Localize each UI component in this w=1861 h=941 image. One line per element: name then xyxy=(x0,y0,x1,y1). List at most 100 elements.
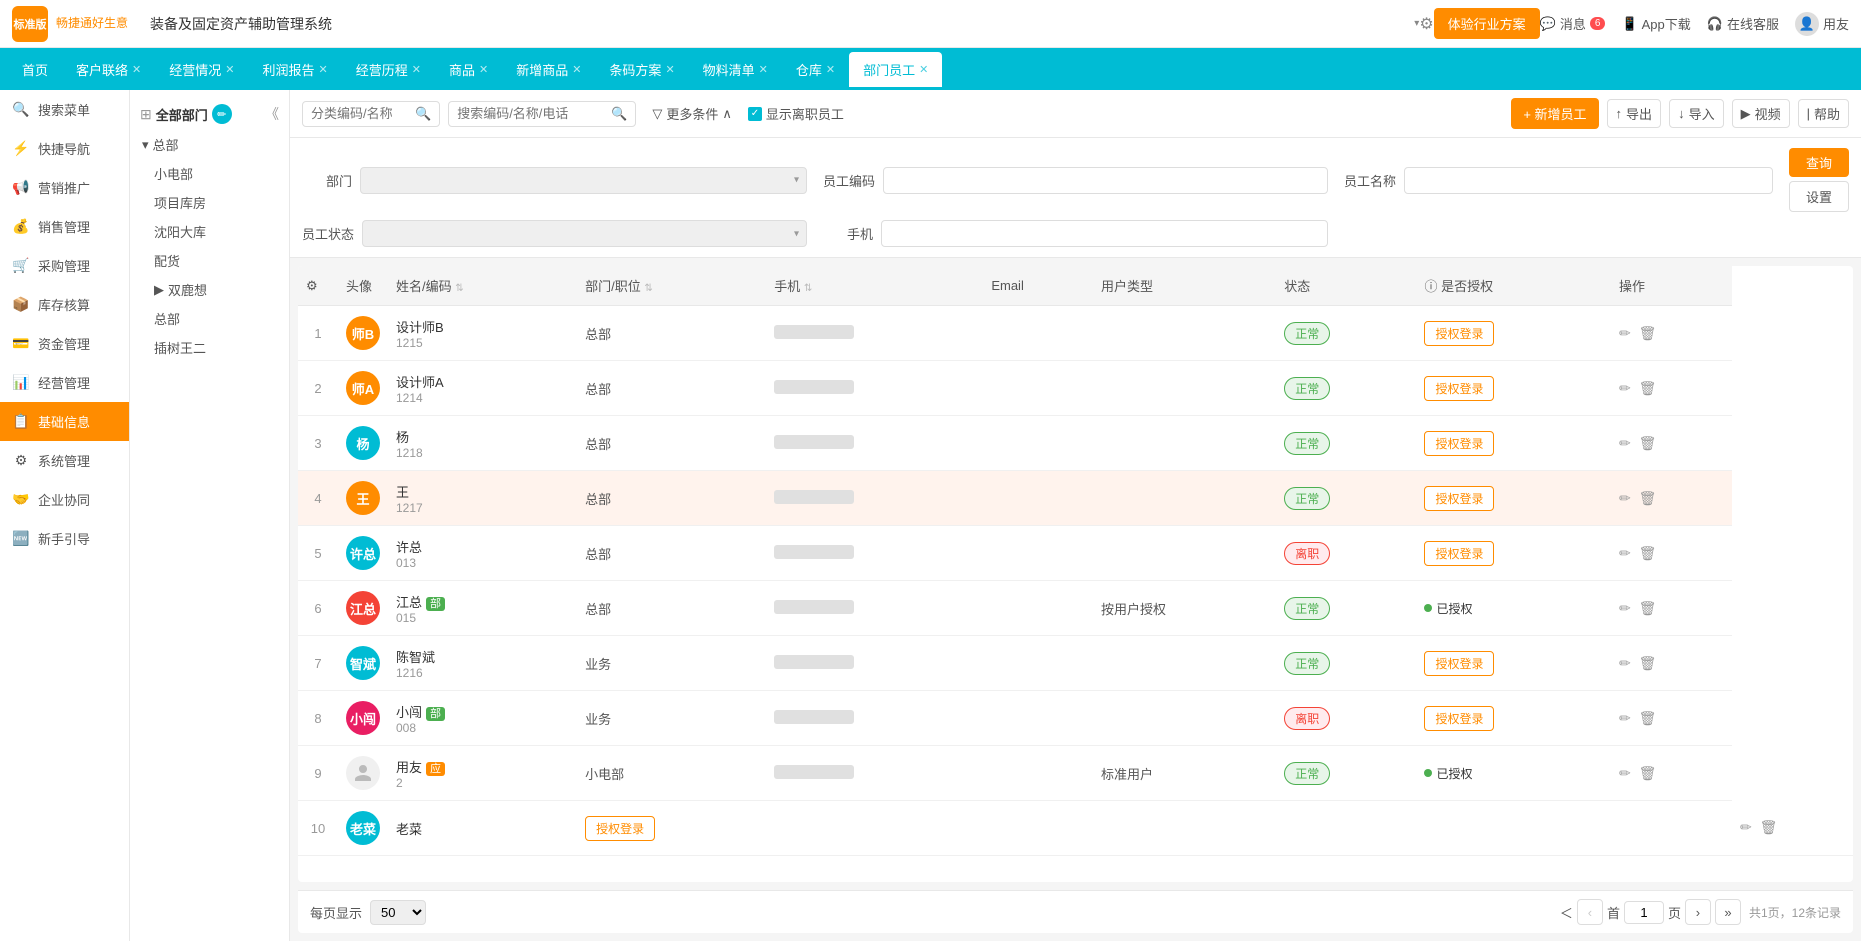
more-filter-btn[interactable]: ▽ 更多条件 ∧ xyxy=(644,100,740,127)
sidebar-item-sales[interactable]: 💰 销售管理 xyxy=(0,207,129,246)
close-icon[interactable]: ✕ xyxy=(826,63,835,76)
dept-node-shenyang[interactable]: 沈阳大库 xyxy=(134,217,285,246)
edit-icon[interactable]: ✏ xyxy=(1619,545,1631,562)
query-btn[interactable]: 查询 xyxy=(1789,148,1849,177)
auth-login-btn[interactable]: 授权登录 xyxy=(1424,651,1494,676)
sort-icon[interactable]: ⇅ xyxy=(455,283,463,294)
auth-login-btn[interactable]: 授权登录 xyxy=(585,816,655,841)
close-icon[interactable]: ✕ xyxy=(412,63,421,76)
close-icon[interactable]: ✕ xyxy=(759,63,768,76)
prev-page-btn[interactable]: ‹ xyxy=(1577,899,1603,925)
sidebar-item-coop[interactable]: 🤝 企业协同 xyxy=(0,480,129,519)
auth-login-btn[interactable]: 授权登录 xyxy=(1424,486,1494,511)
export-btn[interactable]: ↑ 导出 xyxy=(1607,99,1662,128)
phone-input[interactable] xyxy=(881,220,1328,247)
sidebar-item-search[interactable]: 🔍 搜索菜单 xyxy=(0,90,129,129)
dept-node-zongbu2[interactable]: 总部 xyxy=(134,304,285,333)
col-phone[interactable]: 手机 ⇅ xyxy=(766,266,983,306)
tab-home[interactable]: 首页 xyxy=(8,52,62,87)
tab-warehouse[interactable]: 仓库 ✕ xyxy=(782,52,849,87)
auth-login-btn[interactable]: 授权登录 xyxy=(1424,706,1494,731)
col-name-code[interactable]: 姓名/编码 ⇅ xyxy=(388,266,577,306)
sidebar-item-operation[interactable]: 📊 经营管理 xyxy=(0,363,129,402)
sort-icon[interactable]: ⇅ xyxy=(804,283,812,294)
delete-icon[interactable]: 🗑 xyxy=(1639,655,1657,672)
next-page-btn[interactable]: › xyxy=(1685,899,1711,925)
view-btn[interactable]: ▶ 视频 xyxy=(1732,99,1790,128)
edit-icon[interactable]: ✏ xyxy=(1740,819,1752,836)
dept-node-shuanglu[interactable]: ▶ 双鹿想 xyxy=(134,275,285,304)
edit-icon[interactable]: ✏ xyxy=(1619,710,1631,727)
sidebar-item-shortcut[interactable]: ⚡ 快捷导航 xyxy=(0,129,129,168)
edit-icon[interactable]: ✏ xyxy=(1619,490,1631,507)
delete-icon[interactable]: 🗑 xyxy=(1639,600,1657,617)
close-icon[interactable]: ✕ xyxy=(665,63,674,76)
sidebar-item-system[interactable]: ⚙ 系统管理 xyxy=(0,441,129,480)
close-icon[interactable]: ✕ xyxy=(319,63,328,76)
delete-icon[interactable]: 🗑 xyxy=(1639,380,1657,397)
emp-code-input[interactable] xyxy=(883,167,1328,194)
auth-login-btn[interactable]: 授权登录 xyxy=(1424,376,1494,401)
delete-icon[interactable]: 🗑 xyxy=(1639,490,1657,507)
page-input[interactable] xyxy=(1624,901,1664,924)
edit-icon[interactable]: ✏ xyxy=(1619,380,1631,397)
delete-icon[interactable]: 🗑 xyxy=(1639,765,1657,782)
dept-edit-btn[interactable]: ✏ xyxy=(212,104,232,124)
message-btn[interactable]: 💬 消息 6 xyxy=(1540,14,1606,33)
sidebar-item-capital[interactable]: 💳 资金管理 xyxy=(0,324,129,363)
import-btn[interactable]: ↓ 导入 xyxy=(1669,99,1724,128)
edit-icon[interactable]: ✏ xyxy=(1619,600,1631,617)
reset-btn[interactable]: 设置 xyxy=(1789,181,1849,212)
user-btn[interactable]: 👤 用友 xyxy=(1795,12,1849,36)
col-dept-pos[interactable]: 部门/职位 ⇅ xyxy=(577,266,766,306)
dept-collapse-btn[interactable]: 《 xyxy=(265,104,279,124)
delete-icon[interactable]: 🗑 xyxy=(1639,435,1657,452)
help-btn[interactable]: | 帮助 xyxy=(1798,99,1849,128)
dept-node-zongbu[interactable]: ▾ 总部 xyxy=(134,130,285,159)
delete-icon[interactable]: 🗑 xyxy=(1639,325,1657,342)
dept-select-wrapper[interactable]: ▾ xyxy=(360,167,807,194)
close-icon[interactable]: ✕ xyxy=(132,63,141,76)
phone-search-input[interactable] xyxy=(457,106,607,121)
auth-login-btn[interactable]: 授权登录 xyxy=(1424,541,1494,566)
dept-node-xiaodian[interactable]: 小电部 xyxy=(134,159,285,188)
tab-profit[interactable]: 利润报告 ✕ xyxy=(248,52,341,87)
col-settings[interactable]: ⚙ xyxy=(298,266,338,306)
show-resigned-toggle[interactable]: ✓ 显示离职员工 xyxy=(748,104,844,123)
phone-search-box[interactable]: 🔍 xyxy=(448,101,636,127)
delete-icon[interactable]: 🗑 xyxy=(1760,819,1778,836)
add-employee-btn[interactable]: + 新增员工 xyxy=(1511,98,1598,129)
per-page-select[interactable]: 50 100 xyxy=(370,900,426,925)
try-btn[interactable]: 体验行业方案 xyxy=(1434,8,1540,39)
tab-employees[interactable]: 部门员工 ✕ xyxy=(849,52,942,87)
close-icon[interactable]: ✕ xyxy=(225,63,234,76)
sidebar-item-stock[interactable]: 📦 库存核算 xyxy=(0,285,129,324)
auth-login-btn[interactable]: 授权登录 xyxy=(1424,431,1494,456)
dept-select[interactable] xyxy=(360,167,807,194)
tab-journey[interactable]: 经营历程 ✕ xyxy=(342,52,435,87)
dept-node-chashuwang[interactable]: 插树王二 xyxy=(134,333,285,362)
last-page-btn[interactable]: » xyxy=(1715,899,1741,925)
tab-bom[interactable]: 物料清单 ✕ xyxy=(689,52,782,87)
edit-icon[interactable]: ✏ xyxy=(1619,655,1631,672)
emp-status-select[interactable] xyxy=(362,220,807,247)
emp-name-input[interactable] xyxy=(1404,167,1773,194)
edit-icon[interactable]: ✏ xyxy=(1619,765,1631,782)
auth-login-btn[interactable]: 授权登录 xyxy=(1424,321,1494,346)
sidebar-item-purchase[interactable]: 🛒 采购管理 xyxy=(0,246,129,285)
search-box[interactable]: 🔍 xyxy=(302,101,440,127)
service-btn[interactable]: 🎧 在线客服 xyxy=(1707,14,1779,33)
sidebar-item-marketing[interactable]: 📢 营销推广 xyxy=(0,168,129,207)
sidebar-item-guide[interactable]: 🆕 新手引导 xyxy=(0,519,129,558)
tab-operation[interactable]: 经营情况 ✕ xyxy=(155,52,248,87)
tab-goods[interactable]: 商品 ✕ xyxy=(435,52,502,87)
tab-add-goods[interactable]: 新增商品 ✕ xyxy=(502,52,595,87)
close-icon[interactable]: ✕ xyxy=(572,63,581,76)
dept-node-project[interactable]: 项目库房 xyxy=(134,188,285,217)
sidebar-item-basic[interactable]: 📋 基础信息 xyxy=(0,402,129,441)
delete-icon[interactable]: 🗑 xyxy=(1639,710,1657,727)
dept-node-peihuo[interactable]: 配货 xyxy=(134,246,285,275)
close-icon[interactable]: ✕ xyxy=(479,63,488,76)
search-input[interactable] xyxy=(311,106,411,121)
emp-status-select-wrapper[interactable]: ▾ xyxy=(362,220,807,247)
